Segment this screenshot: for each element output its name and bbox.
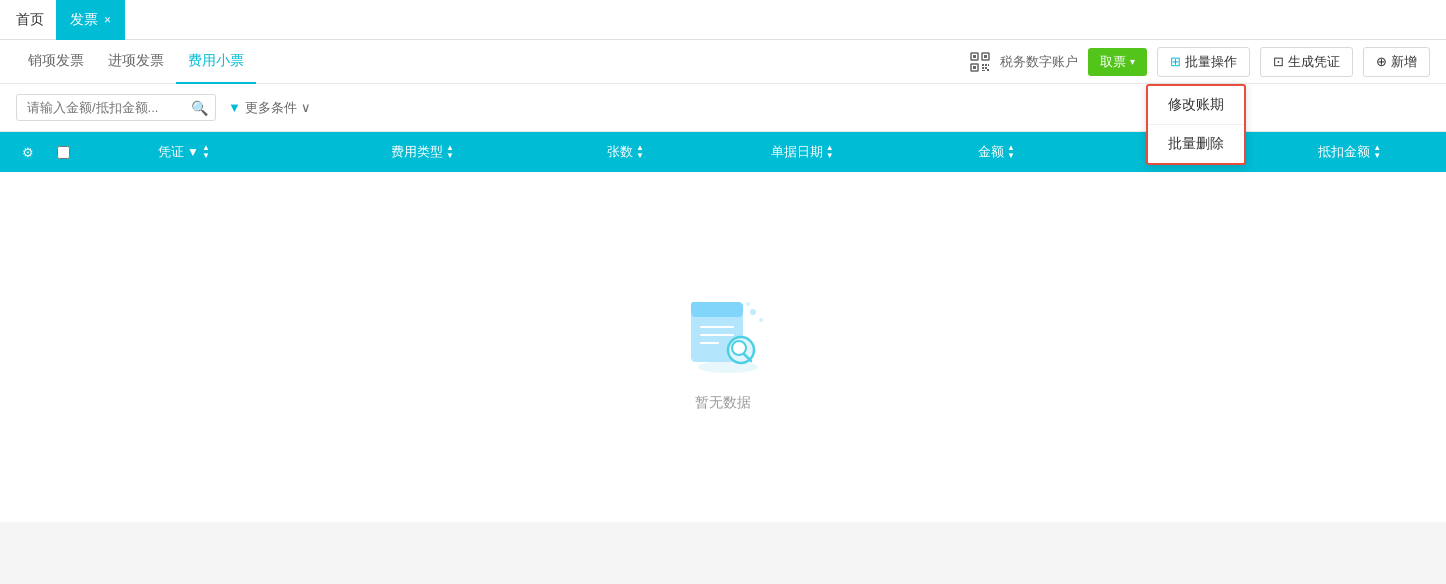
th-count-label: 张数	[607, 143, 633, 161]
dropdown-item-batch-delete[interactable]: 批量删除	[1148, 125, 1244, 163]
take-ticket-button[interactable]: 取票 ▾	[1088, 48, 1147, 76]
tax-account-label: 税务数字账户	[1000, 53, 1078, 71]
search-wrap: 🔍	[16, 94, 216, 121]
add-icon: ⊕	[1376, 54, 1387, 69]
th-deduct-label: 抵扣金额	[1318, 143, 1370, 161]
batch-op-dropdown: 修改账期 批量删除	[1146, 84, 1246, 165]
add-label: 新增	[1391, 53, 1417, 71]
batch-op-button[interactable]: ⊞ 批量操作	[1157, 47, 1250, 77]
search-input[interactable]	[16, 94, 216, 121]
th-count: 张数 ▲▼	[555, 143, 696, 161]
batch-op-label: 批量操作	[1185, 53, 1237, 71]
qr-icon-button[interactable]	[970, 52, 990, 72]
count-sort[interactable]: ▲▼	[636, 144, 644, 160]
sub-nav: 销项发票 进项发票 费用小票	[0, 40, 1446, 84]
more-filter-button[interactable]: ▼ 更多条件 ∨	[228, 99, 311, 117]
svg-rect-9	[982, 67, 984, 69]
take-ticket-chevron-icon: ▾	[1130, 56, 1135, 67]
svg-point-22	[746, 302, 750, 306]
svg-point-13	[698, 361, 758, 373]
svg-rect-10	[985, 67, 987, 69]
svg-rect-3	[984, 55, 987, 58]
gear-icon: ⚙	[22, 145, 34, 160]
take-ticket-label: 取票	[1100, 53, 1126, 71]
th-amount-label: 金额	[978, 143, 1004, 161]
th-voucher: 凭证 ▼ ▲▼	[78, 143, 290, 161]
svg-rect-7	[985, 64, 987, 66]
tax-account-button[interactable]: 税务数字账户	[1000, 53, 1078, 71]
svg-rect-5	[973, 66, 976, 69]
subnav-item-sales[interactable]: 销项发票	[16, 40, 96, 84]
date-sort[interactable]: ▲▼	[826, 144, 834, 160]
svg-rect-6	[982, 64, 984, 66]
svg-point-21	[759, 318, 763, 322]
empty-state-text: 暂无数据	[695, 394, 751, 412]
gen-voucher-icon: ⊡	[1273, 54, 1284, 69]
svg-rect-8	[988, 64, 989, 66]
th-voucher-label: 凭证	[158, 143, 184, 161]
more-filter-chevron-icon: ∨	[301, 100, 311, 115]
svg-rect-11	[987, 69, 989, 71]
filter-icon: ▼	[228, 100, 241, 115]
th-expense-type: 费用类型 ▲▼	[290, 143, 555, 161]
th-check[interactable]	[48, 146, 78, 159]
top-bar: 首页 发票 ×	[0, 0, 1446, 40]
home-link[interactable]: 首页	[16, 11, 44, 29]
svg-rect-12	[982, 70, 985, 71]
sub-nav-right: 税务数字账户 取票 ▾ ⊞ 批量操作 ⊡ 生成凭证 ⊕ 新增	[970, 47, 1430, 77]
th-date: 单据日期 ▲▼	[696, 143, 908, 161]
select-all-checkbox[interactable]	[57, 146, 70, 159]
th-date-label: 单据日期	[771, 143, 823, 161]
th-gear[interactable]: ⚙	[8, 145, 48, 160]
invoice-tab[interactable]: 发票 ×	[56, 0, 125, 40]
gen-voucher-label: 生成凭证	[1288, 53, 1340, 71]
subnav-item-expense[interactable]: 费用小票	[176, 40, 256, 84]
search-icon[interactable]: 🔍	[191, 100, 208, 116]
th-deduct-amount: 抵扣金额 ▲▼	[1261, 143, 1438, 161]
th-amount: 金额 ▲▼	[908, 143, 1085, 161]
svg-point-20	[750, 309, 756, 315]
batch-op-icon: ⊞	[1170, 54, 1181, 69]
deduct-sort[interactable]: ▲▼	[1373, 144, 1381, 160]
add-button[interactable]: ⊕ 新增	[1363, 47, 1430, 77]
voucher-sort[interactable]: ▲▼	[202, 144, 210, 160]
amount-sort[interactable]: ▲▼	[1007, 144, 1015, 160]
empty-state-icon	[663, 282, 783, 382]
th-expense-label: 费用类型	[391, 143, 443, 161]
voucher-filter-icon[interactable]: ▼	[187, 145, 199, 159]
dropdown-item-modify-period[interactable]: 修改账期	[1148, 86, 1244, 124]
qr-icon	[970, 52, 990, 72]
invoice-tab-close[interactable]: ×	[104, 13, 111, 27]
expense-sort[interactable]: ▲▼	[446, 144, 454, 160]
svg-rect-1	[973, 55, 976, 58]
gen-voucher-button[interactable]: ⊡ 生成凭证	[1260, 47, 1353, 77]
invoice-tab-label: 发票	[70, 11, 98, 29]
more-filter-label: 更多条件	[245, 99, 297, 117]
content-area: 暂无数据	[0, 172, 1446, 522]
subnav-item-purchase[interactable]: 进项发票	[96, 40, 176, 84]
